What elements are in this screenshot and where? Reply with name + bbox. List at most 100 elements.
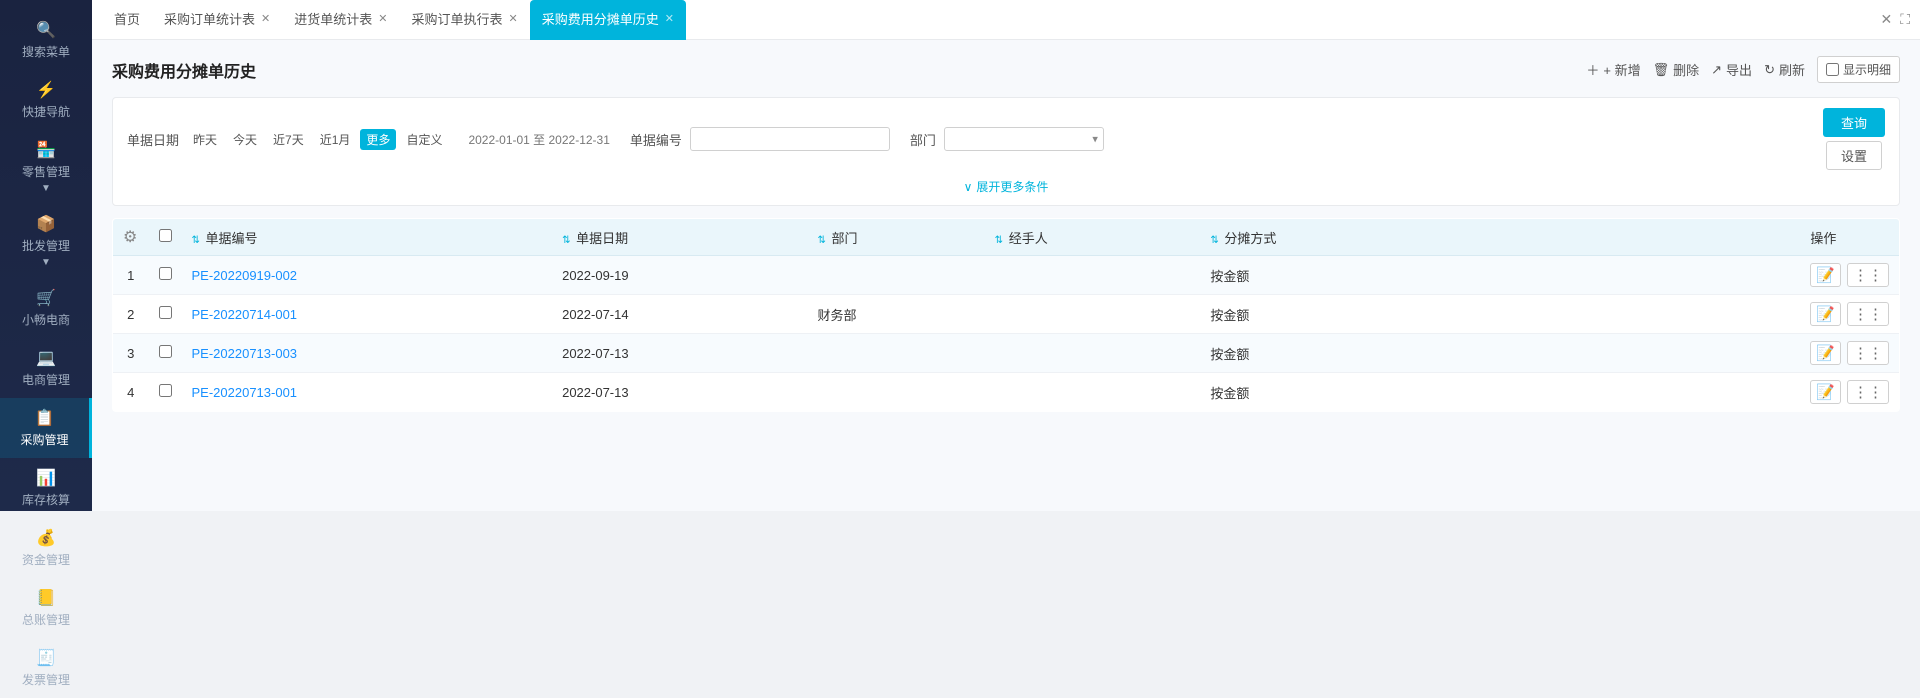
row-checkbox[interactable]	[159, 267, 172, 280]
sidebar-item-minishop[interactable]: 🛒 小畅电商	[0, 278, 92, 338]
row-actions-cell: 📝 ⋮⋮	[1800, 373, 1899, 412]
more-row-button[interactable]: ⋮⋮	[1847, 380, 1889, 404]
date-cell: 2022-07-14	[552, 295, 807, 334]
bill-no-input[interactable]	[690, 127, 890, 151]
tab-goods-receipt-stats[interactable]: 进货单统计表 ✕	[282, 0, 399, 40]
tab-purchase-order-exec[interactable]: 采购订单执行表 ✕	[399, 0, 529, 40]
bill-no-cell: PE-20220714-001	[182, 295, 553, 334]
more-row-button[interactable]: ⋮⋮	[1847, 263, 1889, 287]
close-all-tabs-icon[interactable]: ✕	[1880, 11, 1892, 28]
tab-label: 采购费用分摊单历史	[542, 9, 659, 28]
month-shortcut[interactable]: 近1月	[314, 129, 357, 150]
show-cols-checkbox[interactable]	[1826, 63, 1839, 76]
date-cell: 2022-09-19	[552, 256, 807, 295]
dept-select[interactable]: 财务部	[944, 127, 1104, 151]
tab-purchase-cost-history[interactable]: 采购费用分摊单历史 ✕	[530, 0, 686, 40]
select-all-checkbox[interactable]	[159, 229, 172, 242]
delete-button[interactable]: 🗑 删除	[1653, 60, 1700, 79]
custom-shortcut[interactable]: 自定义	[400, 129, 448, 150]
edit-row-button[interactable]: 📝	[1810, 341, 1841, 365]
split-method-cell: 按金额	[1200, 256, 1800, 295]
tab-close-icon[interactable]: ✕	[509, 12, 518, 25]
show-cols-button[interactable]: 显示明细	[1817, 56, 1900, 83]
tab-purchase-order-stats[interactable]: 采购订单统计表 ✕	[152, 0, 282, 40]
sidebar-item-label: 零售管理	[22, 163, 70, 180]
query-button[interactable]: 查询	[1823, 108, 1885, 137]
add-button[interactable]: ＋ + 新增	[1586, 60, 1640, 79]
bill-no-link[interactable]: PE-20220713-003	[192, 346, 298, 361]
sidebar-item-search[interactable]: 🔍 搜索菜单	[0, 10, 92, 70]
sidebar-item-finance[interactable]: 💰 资金管理	[0, 518, 92, 578]
data-table: ⚙ ⇅ 单据编号 ⇅ 单据日期 ⇅ 部门	[112, 218, 1900, 412]
handler-cell	[985, 373, 1201, 412]
row-num: 3	[113, 334, 149, 373]
add-label: + 新增	[1603, 60, 1640, 79]
bill-no-cell: PE-20220713-001	[182, 373, 553, 412]
bill-no-link[interactable]: PE-20220713-001	[192, 385, 298, 400]
edit-row-button[interactable]: 📝	[1810, 263, 1841, 287]
refresh-icon: ↻	[1764, 62, 1775, 78]
row-num: 1	[113, 256, 149, 295]
sort-icon: ⇅	[562, 235, 570, 246]
select-all-header[interactable]	[149, 219, 182, 256]
row-checkbox-cell	[149, 256, 182, 295]
more-shortcut[interactable]: 更多	[360, 129, 396, 150]
wholesale-icon: 📦	[36, 214, 56, 234]
split-method-cell: 按金额	[1200, 334, 1800, 373]
edit-row-button[interactable]: 📝	[1810, 302, 1841, 326]
settings-col-header[interactable]: ⚙	[113, 219, 149, 256]
edit-row-button[interactable]: 📝	[1810, 380, 1841, 404]
more-row-button[interactable]: ⋮⋮	[1847, 302, 1889, 326]
date-cell: 2022-07-13	[552, 334, 807, 373]
maximize-icon[interactable]: ⛶	[1900, 11, 1910, 28]
search-icon: 🔍	[36, 20, 56, 40]
split-method-cell: 按金额	[1200, 295, 1800, 334]
tab-close-icon[interactable]: ✕	[261, 12, 270, 25]
chevron-down-icon: ▼	[41, 257, 51, 268]
show-cols-label: 显示明细	[1843, 61, 1891, 78]
sidebar-item-retail[interactable]: 🏪 零售管理 ▼	[0, 130, 92, 204]
row-checkbox[interactable]	[159, 306, 172, 319]
sidebar-item-invoice[interactable]: 🧾 发票管理	[0, 638, 92, 698]
table-settings-icon[interactable]: ⚙	[123, 229, 137, 246]
sidebar-item-label: 总账管理	[22, 611, 70, 628]
chevron-down-icon: ▼	[41, 183, 51, 194]
sidebar-item-gl[interactable]: 📒 总账管理	[0, 578, 92, 638]
page-title: 采购费用分摊单历史	[112, 58, 256, 82]
bill-no-link[interactable]: PE-20220919-002	[192, 268, 298, 283]
yesterday-shortcut[interactable]: 昨天	[187, 129, 223, 150]
handler-cell	[985, 256, 1201, 295]
sort-icon: ⇅	[995, 235, 1003, 246]
delete-icon: 🗑	[1653, 62, 1670, 78]
week-shortcut[interactable]: 近7天	[267, 129, 310, 150]
today-shortcut[interactable]: 今天	[227, 129, 263, 150]
refresh-button[interactable]: ↻ 刷新	[1764, 60, 1805, 79]
row-actions-cell: 📝 ⋮⋮	[1800, 256, 1899, 295]
sidebar-item-label: 发票管理	[22, 671, 70, 688]
expand-conditions-button[interactable]: ∨ 展开更多条件	[964, 178, 1049, 195]
bill-no-link[interactable]: PE-20220714-001	[192, 307, 298, 322]
row-checkbox[interactable]	[159, 384, 172, 397]
sidebar-item-wholesale[interactable]: 📦 批发管理 ▼	[0, 204, 92, 278]
filter-settings-button[interactable]: 设置	[1826, 141, 1882, 170]
sidebar-item-purchase[interactable]: 📋 采购管理	[0, 398, 92, 458]
tab-bar: 首页 采购订单统计表 ✕ 进货单统计表 ✕ 采购订单执行表 ✕ 采购费用分摊单历…	[92, 0, 1920, 40]
row-checkbox[interactable]	[159, 345, 172, 358]
tab-close-icon[interactable]: ✕	[665, 12, 674, 25]
tab-close-icon[interactable]: ✕	[378, 12, 387, 25]
invoice-icon: 🧾	[36, 648, 56, 668]
row-actions-cell: 📝 ⋮⋮	[1800, 295, 1899, 334]
more-row-button[interactable]: ⋮⋮	[1847, 341, 1889, 365]
sort-icon: ⇅	[1210, 235, 1218, 246]
date-col-header: ⇅ 单据日期	[552, 219, 807, 256]
table-row: 2 PE-20220714-001 2022-07-14 财务部 按金额 📝	[113, 295, 1900, 334]
sidebar-item-inventory[interactable]: 📊 库存核算	[0, 458, 92, 518]
export-button[interactable]: ↗ 导出	[1711, 60, 1752, 79]
minishop-icon: 🛒	[36, 288, 56, 308]
handler-col-header: ⇅ 经手人	[985, 219, 1201, 256]
bill-no-label: 单据编号	[630, 130, 682, 149]
sidebar-item-quicknav[interactable]: ⚡ 快捷导航	[0, 70, 92, 130]
sidebar-item-ecommerce[interactable]: 💻 电商管理	[0, 338, 92, 398]
tab-home[interactable]: 首页	[102, 0, 152, 40]
sidebar-item-label: 快捷导航	[22, 103, 70, 120]
